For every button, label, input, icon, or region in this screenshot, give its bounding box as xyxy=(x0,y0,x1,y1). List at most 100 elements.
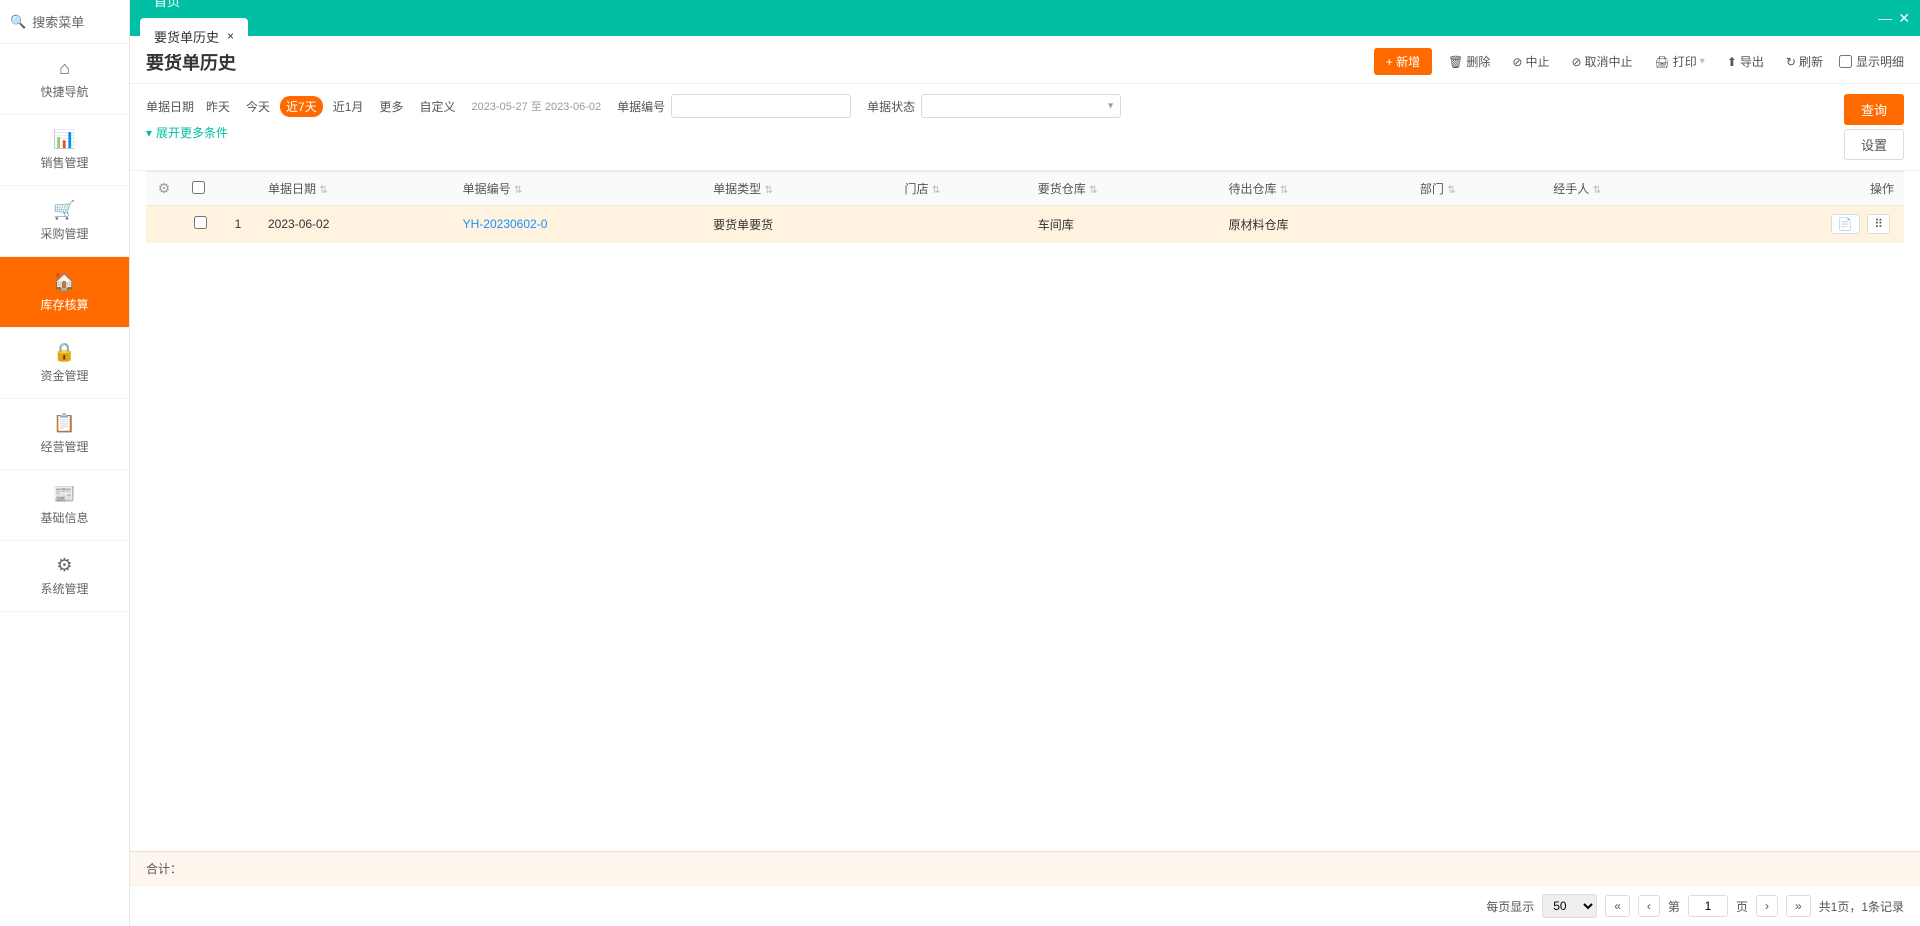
row-view-btn-0[interactable]: 📄 xyxy=(1831,214,1860,234)
table-row: 1 2023-06-02 YH-20230602-0 要货单要货 车间库 原材料… xyxy=(146,206,1904,243)
doc-status-label: 单据状态 xyxy=(867,98,915,115)
sidebar-item-purchase[interactable]: 🛒采购管理 xyxy=(0,186,129,257)
col-header-handler[interactable]: 经手人 ⇅ xyxy=(1543,172,1705,206)
date-btn-更多[interactable]: 更多 xyxy=(373,96,409,117)
sidebar-item-inventory[interactable]: 🏠库存核算 xyxy=(0,257,129,328)
cell-checkbox-0[interactable] xyxy=(182,206,218,243)
row-more-btn-0[interactable]: ⠿ xyxy=(1867,214,1890,234)
refresh-button[interactable]: ↻ 刷新 xyxy=(1780,49,1829,74)
cancel-suspend-icon: ⊘ xyxy=(1571,55,1581,69)
sidebar-item-operations[interactable]: 📋 经营管理 xyxy=(0,399,129,470)
refresh-label: 刷新 xyxy=(1799,53,1823,70)
suspend-icon: ⊘ xyxy=(1512,55,1522,69)
col-header-doc-type[interactable]: 单据类型 ⇅ xyxy=(703,172,894,206)
cell-settings-0 xyxy=(146,206,182,243)
col-header-store[interactable]: 门店 ⇅ xyxy=(894,172,1027,206)
sidebar-icon-operations: 📋 xyxy=(53,413,75,434)
col-date-label: 单据日期 xyxy=(268,182,316,196)
close-icon[interactable]: ✕ xyxy=(1898,10,1910,27)
summary-bar: 合计： xyxy=(130,851,1920,885)
sidebar-item-basic[interactable]: 📰基础信息 xyxy=(0,470,129,541)
col-header-checkbox[interactable] xyxy=(182,172,218,206)
col-header-department[interactable]: 部门 ⇅ xyxy=(1410,172,1543,206)
filter-area: 单据日期 昨天今天近7天近1月更多自定义 2023-05-27 至 2023-0… xyxy=(130,84,1920,171)
topbar-tab-home[interactable]: 首页 xyxy=(140,0,248,18)
filter-settings-button[interactable]: 设置 xyxy=(1844,129,1904,160)
col-header-settings[interactable]: ⚙ xyxy=(146,172,182,206)
col-header-doc-number[interactable]: 单据编号 ⇅ xyxy=(453,172,703,206)
page-header: 要货单历史 + 新增 🗑 删除 ⊘ 中止 ⊘ 取消中止 🖨 打印 xyxy=(130,36,1920,84)
date-btn-近7天[interactable]: 近7天 xyxy=(280,96,323,117)
tab-close-requisition-history[interactable]: × xyxy=(227,29,234,43)
sidebar-search-label: 搜索菜单 xyxy=(32,12,84,31)
display-detail-toggle[interactable]: 显示明细 xyxy=(1839,53,1904,70)
minimize-icon[interactable]: — xyxy=(1878,10,1892,26)
date-range-display: 2023-05-27 至 2023-06-02 xyxy=(471,98,601,114)
date-btn-昨天[interactable]: 昨天 xyxy=(200,96,236,117)
prev-page-button[interactable]: ‹ xyxy=(1638,895,1660,917)
first-page-button[interactable]: « xyxy=(1605,895,1630,917)
sidebar-label-operations: 经营管理 xyxy=(40,438,88,455)
page-size-select[interactable]: 50 100 xyxy=(1542,894,1597,918)
doc-number-input[interactable] xyxy=(671,94,851,118)
cell-pending-warehouse-0: 原材料仓库 xyxy=(1219,206,1410,243)
date-btn-今天[interactable]: 今天 xyxy=(240,96,276,117)
cancel-suspend-label: 取消中止 xyxy=(1585,53,1633,70)
col-req-warehouse-sort[interactable]: ⇅ xyxy=(1089,185,1097,196)
col-header-action: 操作 xyxy=(1705,172,1904,206)
delete-button[interactable]: 🗑 删除 xyxy=(1442,49,1496,74)
cell-doc-type-0: 要货单要货 xyxy=(703,206,894,243)
col-header-req-warehouse[interactable]: 要货仓库 ⇅ xyxy=(1028,172,1219,206)
export-button[interactable]: ⬆ 导出 xyxy=(1721,49,1770,74)
current-page-input[interactable] xyxy=(1688,895,1728,917)
topbar-tab-requisition-history[interactable]: 要货单历史× xyxy=(140,18,248,54)
sidebar-item-system[interactable]: ⚙系统管理 xyxy=(0,541,129,612)
suspend-label: 中止 xyxy=(1525,53,1549,70)
sidebar-item-finance[interactable]: 🔒资金管理 xyxy=(0,328,129,399)
col-store-sort[interactable]: ⇅ xyxy=(932,185,940,196)
page-label: 第 xyxy=(1668,898,1680,915)
display-detail-checkbox[interactable] xyxy=(1839,55,1852,68)
cell-store-0 xyxy=(894,206,1027,243)
col-date-sort[interactable]: ⇅ xyxy=(319,185,327,196)
last-page-button[interactable]: » xyxy=(1786,895,1811,917)
cell-doc-number-0[interactable]: YH-20230602-0 xyxy=(453,206,703,243)
doc-status-select[interactable] xyxy=(921,94,1121,118)
print-label: 打印 xyxy=(1673,53,1697,70)
expand-filter-button[interactable]: ▾ 展开更多条件 xyxy=(146,124,1828,141)
cell-doc-date-0: 2023-06-02 xyxy=(258,206,453,243)
cell-department-0 xyxy=(1410,206,1543,243)
col-store-label: 门店 xyxy=(904,182,928,196)
sidebar-icon-basic: 📰 xyxy=(53,484,75,505)
summary-label: 合计： xyxy=(146,862,182,876)
col-pending-warehouse-sort[interactable]: ⇅ xyxy=(1280,185,1288,196)
col-department-sort[interactable]: ⇅ xyxy=(1447,185,1455,196)
col-number-sort[interactable]: ⇅ xyxy=(514,185,522,196)
date-buttons: 昨天今天近7天近1月更多自定义 xyxy=(200,96,461,117)
col-handler-sort[interactable]: ⇅ xyxy=(1593,185,1601,196)
table-settings-icon[interactable]: ⚙ xyxy=(158,180,171,196)
table-area: ⚙ 单据日期 ⇅ 单据编号 ⇅ xyxy=(130,171,1920,851)
display-detail-label: 显示明细 xyxy=(1856,53,1904,70)
doc-number-link-0[interactable]: YH-20230602-0 xyxy=(463,217,548,231)
cancel-suspend-button[interactable]: ⊘ 取消中止 xyxy=(1565,49,1638,74)
pagination: 每页显示 50 100 « ‹ 第 页 › » 共1页，1条记录 xyxy=(130,885,1920,926)
sidebar-item-sales[interactable]: 📊销售管理 xyxy=(0,115,129,186)
col-header-pending-warehouse[interactable]: 待出仓库 ⇅ xyxy=(1219,172,1410,206)
suspend-button[interactable]: ⊘ 中止 xyxy=(1506,49,1555,74)
select-all-checkbox[interactable] xyxy=(192,181,205,194)
col-header-doc-date[interactable]: 单据日期 ⇅ xyxy=(258,172,453,206)
col-type-label: 单据类型 xyxy=(713,182,761,196)
col-type-sort[interactable]: ⇅ xyxy=(764,185,772,196)
sidebar-icon-system: ⚙ xyxy=(56,555,72,576)
next-page-button[interactable]: › xyxy=(1756,895,1778,917)
query-button[interactable]: 查询 xyxy=(1844,94,1904,125)
sidebar-item-quick-nav[interactable]: ⌂快捷导航 xyxy=(0,44,129,115)
col-handler-label: 经手人 xyxy=(1553,182,1589,196)
new-button[interactable]: + 新增 xyxy=(1374,48,1432,75)
date-btn-自定义[interactable]: 自定义 xyxy=(413,96,461,117)
sidebar-search[interactable]: 🔍 搜索菜单 xyxy=(0,0,129,44)
print-button[interactable]: 🖨 打印 ▾ xyxy=(1649,49,1711,74)
date-btn-近1月[interactable]: 近1月 xyxy=(327,96,370,117)
row-checkbox-0[interactable] xyxy=(194,216,207,229)
